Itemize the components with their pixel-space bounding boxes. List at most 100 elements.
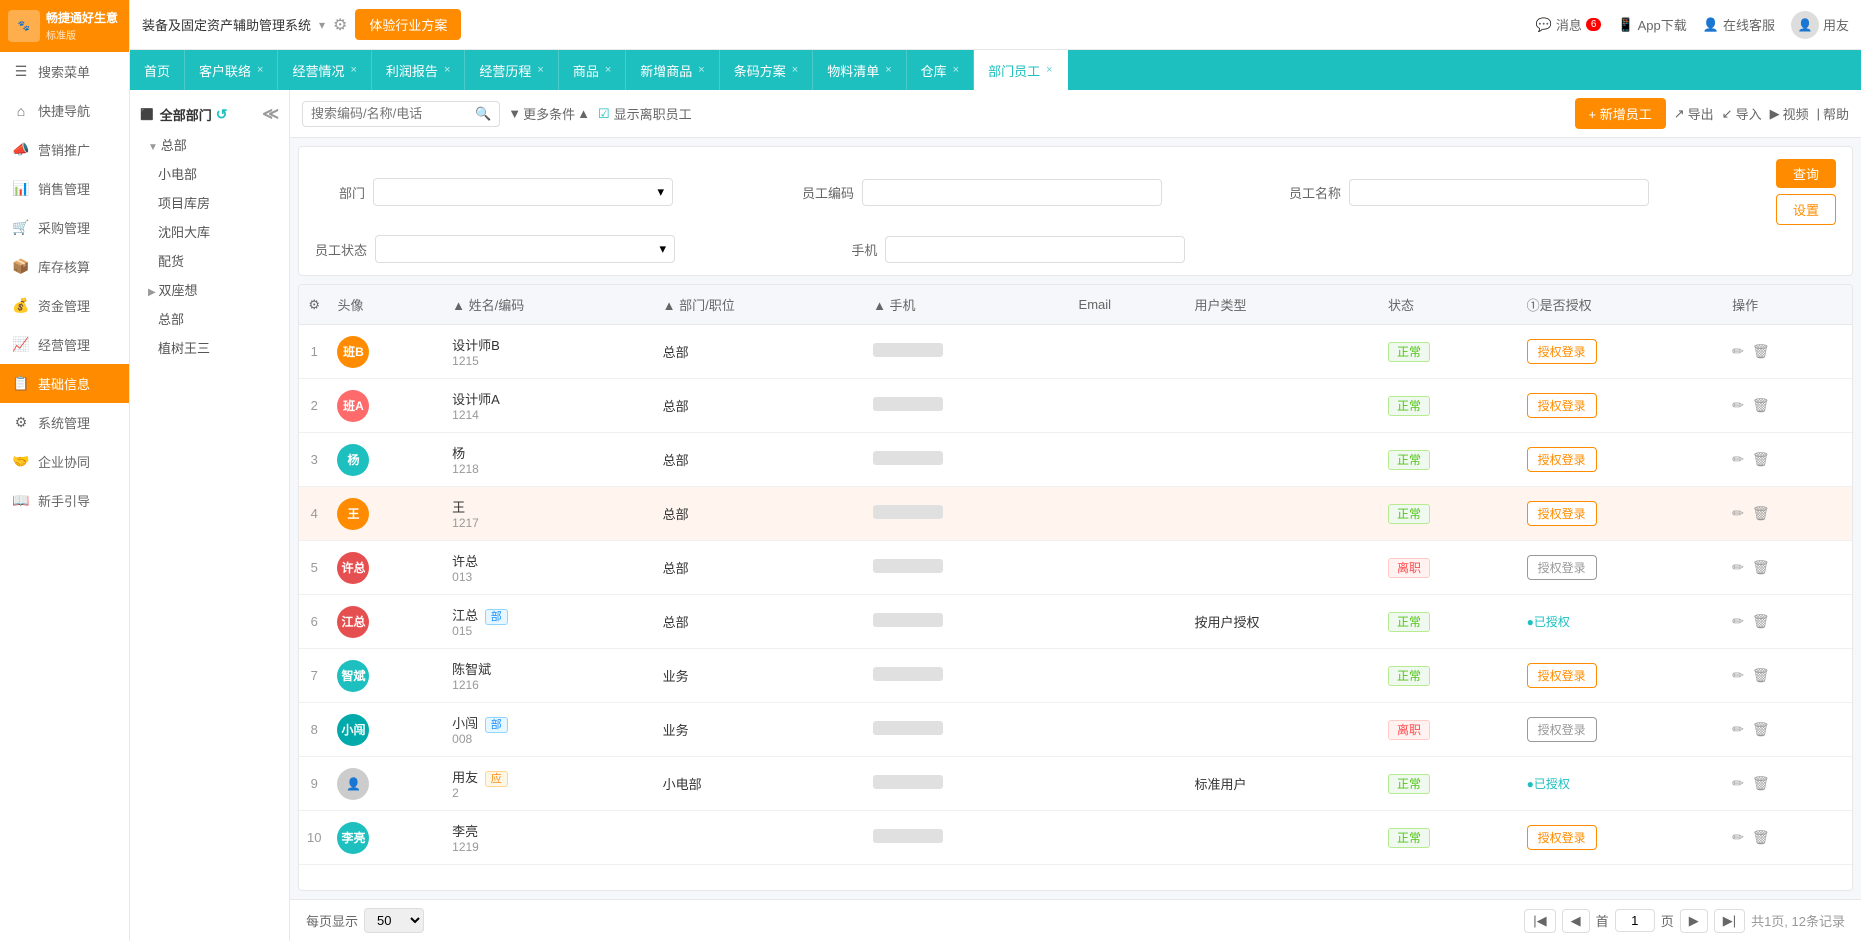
tab-bom[interactable]: 物料清单 × — [813, 50, 906, 90]
filter-dept-select[interactable]: ▾ — [373, 178, 673, 206]
dept-node-double-seat[interactable]: 双座想 — [138, 275, 289, 304]
edit-icon[interactable]: ✏ — [1732, 667, 1744, 684]
dept-node-tree-king[interactable]: 植树王三 — [138, 333, 289, 362]
tab-warehouse[interactable]: 仓库 × — [907, 50, 974, 90]
show-resigned-checkbox[interactable]: ☑ 显示离职员工 — [598, 104, 692, 123]
sidebar-item-cooperation[interactable]: 🤝 企业协同 — [0, 442, 129, 481]
tab-home[interactable]: 首页 — [130, 50, 185, 90]
filter-status-select[interactable]: ▾ — [375, 235, 675, 263]
video-button[interactable]: ▶ 视频 — [1770, 104, 1809, 123]
filter-empname-input[interactable] — [1349, 179, 1649, 206]
sidebar-item-guide[interactable]: 📖 新手引导 — [0, 481, 129, 520]
dept-node-hq[interactable]: 总部 — [138, 304, 289, 333]
col-dept[interactable]: ▲ 部门/职位 — [655, 285, 865, 325]
refresh-icon[interactable]: ↺ — [216, 106, 228, 123]
col-settings-icon[interactable]: ⚙ — [308, 297, 320, 312]
col-phone[interactable]: ▲ 手机 — [865, 285, 1070, 325]
auth-button[interactable]: 授权登录 — [1527, 393, 1597, 418]
sidebar-item-marketing[interactable]: 📣 营销推广 — [0, 130, 129, 169]
tab-close-goods[interactable]: × — [605, 64, 611, 76]
edit-icon[interactable]: ✏ — [1732, 505, 1744, 522]
delete-icon[interactable]: 🗑 — [1752, 343, 1770, 360]
export-button[interactable]: ↗ 导出 — [1674, 104, 1714, 123]
delete-icon[interactable]: 🗑 — [1752, 559, 1770, 576]
auth-button[interactable]: 授权登录 — [1527, 339, 1597, 364]
topbar-dropdown-icon[interactable]: ▾ — [319, 18, 325, 32]
page-input[interactable] — [1615, 909, 1655, 932]
tab-barcode[interactable]: 条码方案 × — [720, 50, 813, 90]
settings-icon[interactable]: ⚙ — [333, 15, 347, 35]
edit-icon[interactable]: ✏ — [1732, 397, 1744, 414]
tab-close-customer[interactable]: × — [257, 64, 263, 76]
col-name[interactable]: ▲ 姓名/编码 — [444, 285, 654, 325]
sidebar-item-management[interactable]: 📈 经营管理 — [0, 325, 129, 364]
filter-phone-input[interactable] — [885, 236, 1185, 263]
tab-customer[interactable]: 客户联络 × — [185, 50, 278, 90]
edit-icon[interactable]: ✏ — [1732, 613, 1744, 630]
next-page-button[interactable]: ▶ — [1680, 909, 1708, 933]
dept-node-shenyang[interactable]: 沈阳大库 — [138, 217, 289, 246]
online-service-item[interactable]: 👤 在线客服 — [1703, 15, 1775, 34]
delete-icon[interactable]: 🗑 — [1752, 397, 1770, 414]
edit-icon[interactable]: ✏ — [1732, 559, 1744, 576]
tab-profit[interactable]: 利润报告 × — [372, 50, 465, 90]
edit-icon[interactable]: ✏ — [1732, 829, 1744, 846]
auth-button[interactable]: 授权登录 — [1527, 501, 1597, 526]
auth-button[interactable]: 授权登录 — [1527, 825, 1597, 850]
auth-button[interactable]: 授权登录 — [1527, 663, 1597, 688]
sidebar-item-quicknav[interactable]: ⌂ 快捷导航 — [0, 91, 129, 130]
sidebar-item-basic-info[interactable]: 📋 基础信息 — [0, 364, 129, 403]
import-button[interactable]: ↙ 导入 — [1722, 104, 1762, 123]
search-box[interactable]: 🔍 — [302, 101, 500, 127]
sidebar-item-purchase[interactable]: 🛒 采购管理 — [0, 208, 129, 247]
search-icon[interactable]: 🔍 — [475, 106, 491, 122]
tab-close-operation[interactable]: × — [350, 64, 356, 76]
first-page-button[interactable]: |◀ — [1524, 909, 1555, 933]
delete-icon[interactable]: 🗑 — [1752, 451, 1770, 468]
auth-button-resigned[interactable]: 授权登录 — [1527, 717, 1597, 742]
sidebar-item-system[interactable]: ⚙ 系统管理 — [0, 403, 129, 442]
tab-close-warehouse[interactable]: × — [953, 64, 959, 76]
search-input[interactable] — [311, 106, 471, 121]
sidebar-item-inventory[interactable]: 📦 库存核算 — [0, 247, 129, 286]
edit-icon[interactable]: ✏ — [1732, 721, 1744, 738]
delete-icon[interactable]: 🗑 — [1752, 775, 1770, 792]
add-employee-button[interactable]: + 新增员工 — [1575, 98, 1666, 129]
last-page-button[interactable]: ▶| — [1714, 909, 1745, 933]
help-button[interactable]: | 帮助 — [1817, 104, 1849, 123]
edit-icon[interactable]: ✏ — [1732, 451, 1744, 468]
filter-empcode-input[interactable] — [862, 179, 1162, 206]
dept-node-distribution[interactable]: 配货 — [138, 246, 289, 275]
delete-icon[interactable]: 🗑 — [1752, 829, 1770, 846]
dept-node-project-room[interactable]: 项目库房 — [138, 188, 289, 217]
tab-history[interactable]: 经营历程 × — [465, 50, 558, 90]
query-button[interactable]: 查询 — [1776, 159, 1836, 188]
sidebar-item-finance[interactable]: 💰 资金管理 — [0, 286, 129, 325]
dept-node-headquarters[interactable]: 总部 — [138, 130, 289, 159]
tab-close-add-goods[interactable]: × — [698, 64, 704, 76]
page-size-select[interactable]: 50 100 — [364, 908, 424, 933]
app-download-item[interactable]: 📱 App下载 — [1617, 15, 1686, 34]
auth-button-resigned[interactable]: 授权登录 — [1527, 555, 1597, 580]
sidebar-item-sales[interactable]: 📊 销售管理 — [0, 169, 129, 208]
tab-close-bom[interactable]: × — [885, 64, 891, 76]
tab-close-profit[interactable]: × — [444, 64, 450, 76]
delete-icon[interactable]: 🗑 — [1752, 721, 1770, 738]
user-item[interactable]: 👤 用友 — [1791, 11, 1849, 39]
tab-goods[interactable]: 商品 × — [559, 50, 626, 90]
tab-department[interactable]: 部门员工 × — [974, 50, 1067, 90]
edit-icon[interactable]: ✏ — [1732, 775, 1744, 792]
trial-button[interactable]: 体验行业方案 — [355, 9, 461, 40]
auth-button[interactable]: 授权登录 — [1527, 447, 1597, 472]
delete-icon[interactable]: 🗑 — [1752, 505, 1770, 522]
delete-icon[interactable]: 🗑 — [1752, 613, 1770, 630]
edit-icon[interactable]: ✏ — [1732, 343, 1744, 360]
tab-add-goods[interactable]: 新增商品 × — [626, 50, 719, 90]
tab-close-department[interactable]: × — [1046, 64, 1052, 76]
dept-node-small-elec[interactable]: 小电部 — [138, 159, 289, 188]
reset-button[interactable]: 设置 — [1776, 194, 1836, 225]
sidebar-item-search[interactable]: ☰ 搜索菜单 — [0, 52, 129, 91]
tab-close-barcode[interactable]: × — [792, 64, 798, 76]
delete-icon[interactable]: 🗑 — [1752, 667, 1770, 684]
collapse-icon[interactable]: ≪ — [262, 104, 279, 124]
